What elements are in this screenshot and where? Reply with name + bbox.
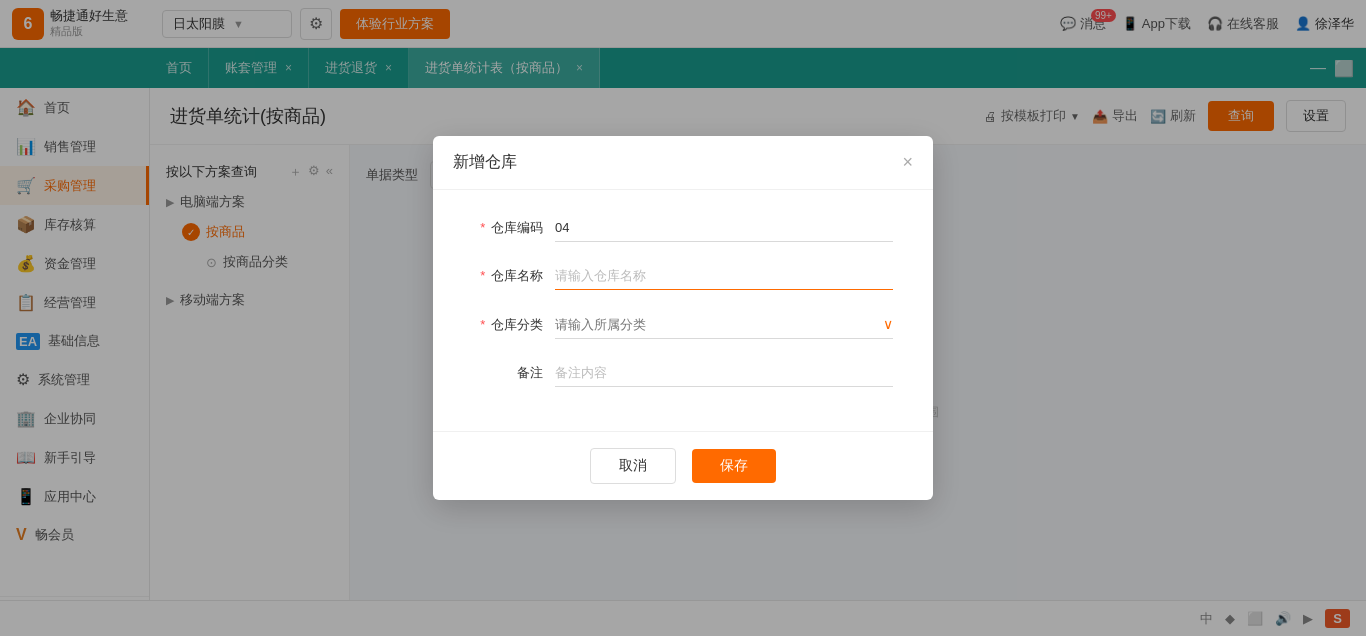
warehouse-code-input[interactable] (555, 214, 893, 242)
warehouse-note-label: 备注 (473, 364, 543, 382)
warehouse-code-label: * 仓库编码 (473, 219, 543, 237)
modal-title: 新增仓库 (453, 152, 517, 173)
modal-overlay: 新增仓库 × * 仓库编码 * 仓库名称 (0, 0, 1366, 636)
warehouse-name-input[interactable] (555, 262, 893, 290)
chevron-down-icon: ∨ (883, 316, 893, 332)
warehouse-category-input[interactable] (555, 317, 883, 332)
warehouse-code-row: * 仓库编码 (473, 214, 893, 242)
modal-close-button[interactable]: × (902, 152, 913, 173)
warehouse-category-row: * 仓库分类 ∨ (473, 310, 893, 339)
warehouse-name-label: * 仓库名称 (473, 267, 543, 285)
warehouse-note-input[interactable] (555, 359, 893, 387)
modal-header: 新增仓库 × (433, 136, 933, 190)
save-button[interactable]: 保存 (692, 449, 776, 483)
warehouse-category-label: * 仓库分类 (473, 316, 543, 334)
modal-body: * 仓库编码 * 仓库名称 * 仓库分类 (433, 190, 933, 431)
warehouse-category-select[interactable]: ∨ (555, 310, 893, 339)
modal-footer: 取消 保存 (433, 431, 933, 500)
cancel-button[interactable]: 取消 (590, 448, 676, 484)
warehouse-name-row: * 仓库名称 (473, 262, 893, 290)
add-warehouse-modal: 新增仓库 × * 仓库编码 * 仓库名称 (433, 136, 933, 500)
warehouse-note-row: 备注 (473, 359, 893, 387)
